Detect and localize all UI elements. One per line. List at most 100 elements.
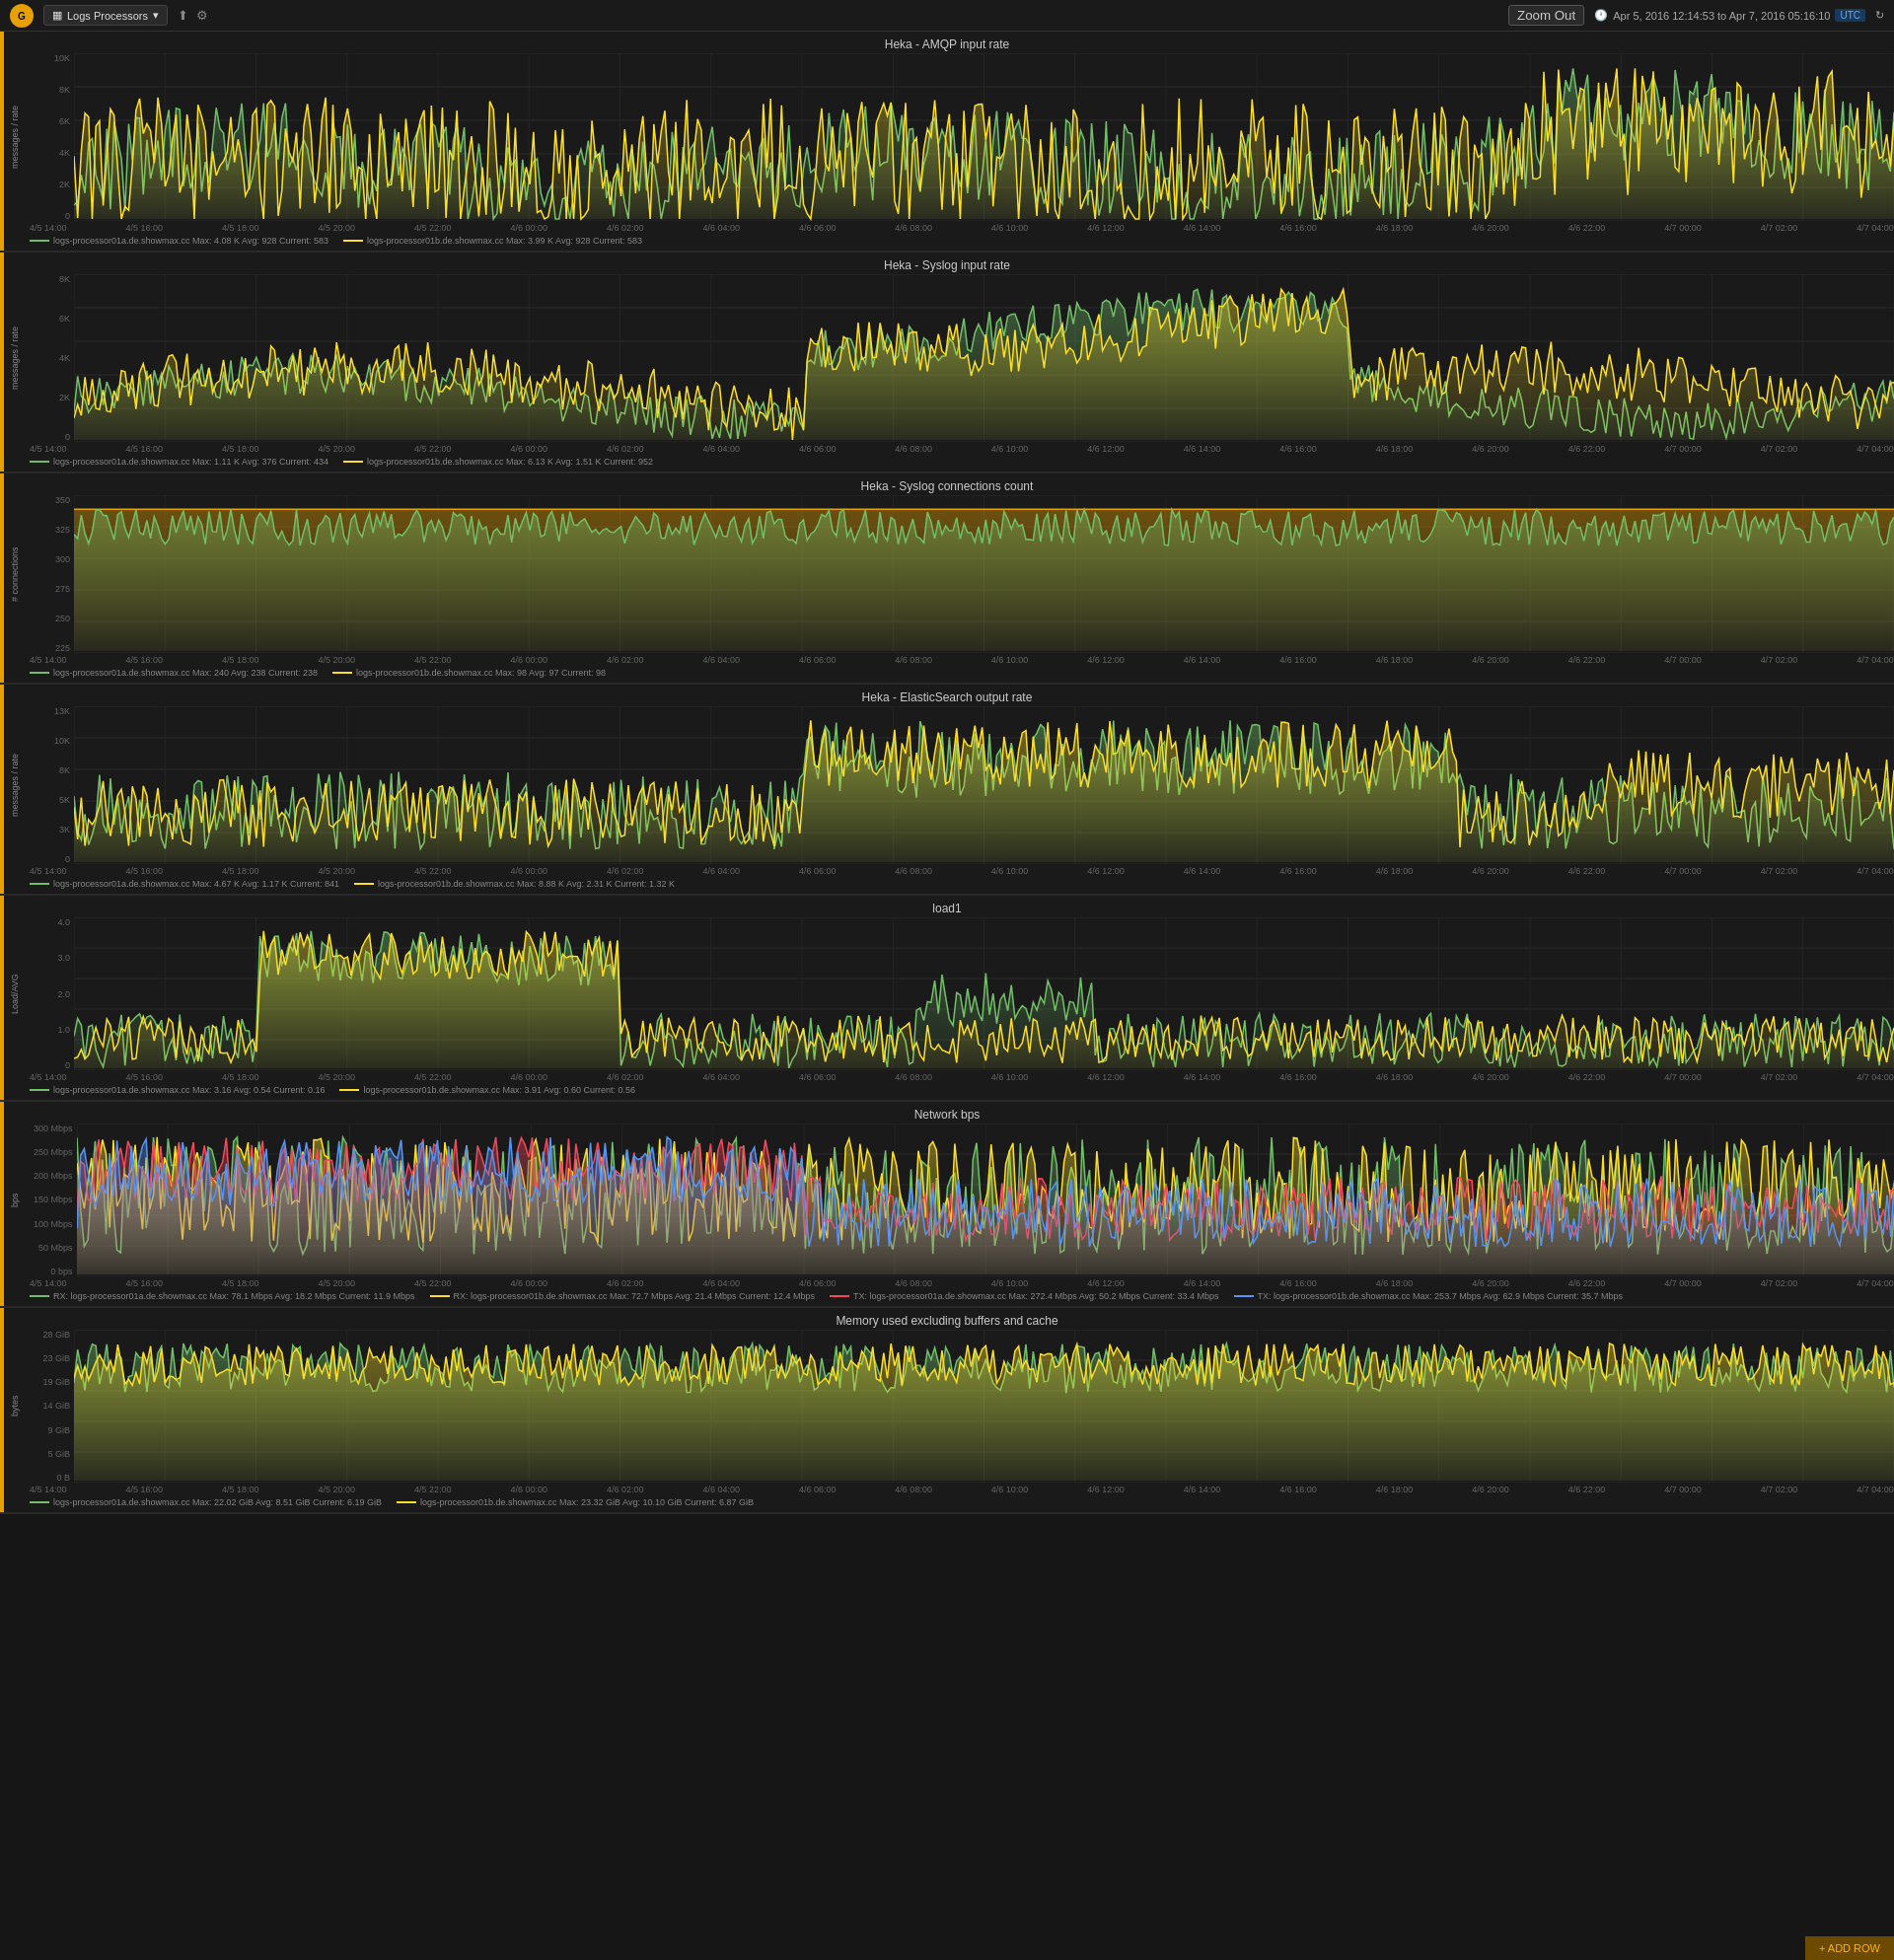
y-tick: 3K bbox=[34, 825, 70, 835]
legend-item: logs-processor01b.de.showmax.cc Max: 6.1… bbox=[343, 457, 653, 467]
x-tick: 4/6 14:00 bbox=[1184, 223, 1221, 233]
legend-item: logs-processor01b.de.showmax.cc Max: 23.… bbox=[397, 1497, 754, 1507]
x-tick: 4/6 06:00 bbox=[799, 223, 837, 233]
x-tick: 4/5 16:00 bbox=[125, 655, 163, 665]
y-tick: 13K bbox=[34, 706, 70, 716]
chart-title: Network bps bbox=[0, 1102, 1894, 1124]
legend-color bbox=[354, 883, 374, 885]
x-tick: 4/5 20:00 bbox=[318, 1278, 355, 1288]
x-tick: 4/6 10:00 bbox=[991, 444, 1029, 454]
dashboard-icon: ▦ bbox=[52, 9, 62, 22]
legend-item: logs-processor01b.de.showmax.cc Max: 8.8… bbox=[354, 879, 675, 889]
legend-color bbox=[397, 1501, 416, 1503]
x-tick: 4/5 14:00 bbox=[30, 1072, 67, 1082]
x-tick: 4/5 18:00 bbox=[222, 1485, 259, 1494]
utc-badge: UTC bbox=[1835, 9, 1865, 22]
y-tick: 10K bbox=[34, 736, 70, 746]
x-tick: 4/5 14:00 bbox=[30, 866, 67, 876]
chart-legend: logs-processor01a.de.showmax.cc Max: 4.0… bbox=[0, 233, 1894, 251]
legend-label: logs-processor01a.de.showmax.cc Max: 240… bbox=[53, 668, 318, 678]
x-tick: 4/6 06:00 bbox=[799, 1278, 837, 1288]
y-ticks: 4.03.02.01.00 bbox=[30, 917, 74, 1070]
y-tick: 5K bbox=[34, 795, 70, 805]
chart-area: bytes28 GiB23 GiB19 GiB14 GiB9 GiB5 GiB0… bbox=[0, 1330, 1894, 1483]
x-tick: 4/5 16:00 bbox=[125, 1278, 163, 1288]
x-axis-labels: 4/5 14:004/5 16:004/5 18:004/5 20:004/5 … bbox=[0, 1070, 1894, 1082]
x-tick: 4/6 10:00 bbox=[991, 1278, 1029, 1288]
x-tick: 4/6 18:00 bbox=[1376, 1485, 1414, 1494]
legend-label: logs-processor01a.de.showmax.cc Max: 22.… bbox=[53, 1497, 382, 1507]
x-tick: 4/6 14:00 bbox=[1184, 1072, 1221, 1082]
x-tick: 4/6 18:00 bbox=[1376, 223, 1414, 233]
x-tick: 4/6 14:00 bbox=[1184, 655, 1221, 665]
x-tick: 4/5 22:00 bbox=[414, 223, 452, 233]
chart-svg bbox=[74, 706, 1894, 864]
legend-item: logs-processor01a.de.showmax.cc Max: 4.0… bbox=[30, 236, 328, 246]
x-tick: 4/6 02:00 bbox=[607, 1485, 644, 1494]
x-tick: 4/6 14:00 bbox=[1184, 1278, 1221, 1288]
chart-svg bbox=[74, 53, 1894, 221]
x-tick: 4/6 14:00 bbox=[1184, 1485, 1221, 1494]
x-tick: 4/5 14:00 bbox=[30, 655, 67, 665]
y-tick: 10K bbox=[34, 53, 70, 63]
settings-icon[interactable]: ⚙ bbox=[196, 8, 208, 23]
chart-area: bps300 Mbps250 Mbps200 Mbps150 Mbps100 M… bbox=[0, 1124, 1894, 1276]
legend-label: logs-processor01a.de.showmax.cc Max: 4.6… bbox=[53, 879, 339, 889]
legend-label: logs-processor01b.de.showmax.cc Max: 3.9… bbox=[363, 1085, 634, 1095]
y-axis-label: messages / rate bbox=[0, 706, 30, 864]
x-tick: 4/6 06:00 bbox=[799, 444, 837, 454]
share-icon[interactable]: ⬆ bbox=[178, 8, 188, 23]
y-tick: 225 bbox=[34, 643, 70, 653]
chart-legend: RX: logs-processor01a.de.showmax.cc Max:… bbox=[0, 1288, 1894, 1306]
x-tick: 4/6 12:00 bbox=[1087, 1485, 1125, 1494]
x-tick: 4/5 22:00 bbox=[414, 866, 452, 876]
x-tick: 4/6 10:00 bbox=[991, 1485, 1029, 1494]
x-tick: 4/6 18:00 bbox=[1376, 444, 1414, 454]
x-tick: 4/6 18:00 bbox=[1376, 1072, 1414, 1082]
x-tick: 4/6 16:00 bbox=[1279, 444, 1317, 454]
chart-svg-wrapper bbox=[74, 1330, 1894, 1483]
chart-svg-wrapper bbox=[77, 1124, 1894, 1276]
refresh-icon[interactable]: ↻ bbox=[1875, 9, 1884, 22]
x-tick: 4/6 12:00 bbox=[1087, 866, 1125, 876]
x-tick: 4/7 00:00 bbox=[1664, 444, 1702, 454]
x-tick: 4/6 06:00 bbox=[799, 655, 837, 665]
legend-color bbox=[30, 461, 49, 463]
chart-area: Load/AVG4.03.02.01.00 bbox=[0, 917, 1894, 1070]
legend-label: logs-processor01a.de.showmax.cc Max: 3.1… bbox=[53, 1085, 325, 1095]
y-tick: 3.0 bbox=[34, 953, 70, 963]
x-tick: 4/6 10:00 bbox=[991, 866, 1029, 876]
x-tick: 4/7 00:00 bbox=[1664, 223, 1702, 233]
x-tick: 4/6 20:00 bbox=[1472, 223, 1509, 233]
x-tick: 4/7 02:00 bbox=[1761, 1072, 1798, 1082]
chart-panel-network-bps: Network bpsbps300 Mbps250 Mbps200 Mbps15… bbox=[0, 1102, 1894, 1308]
x-tick: 4/6 08:00 bbox=[895, 444, 932, 454]
legend-item: logs-processor01b.de.showmax.cc Max: 3.9… bbox=[343, 236, 642, 246]
chart-panel-amqp-input: Heka - AMQP input ratemessages / rate10K… bbox=[0, 32, 1894, 253]
x-tick: 4/6 22:00 bbox=[1568, 1072, 1606, 1082]
x-tick: 4/7 00:00 bbox=[1664, 1485, 1702, 1494]
zoom-out-button[interactable]: Zoom Out bbox=[1508, 5, 1584, 26]
legend-item: logs-processor01b.de.showmax.cc Max: 3.9… bbox=[339, 1085, 634, 1095]
legend-label: logs-processor01b.de.showmax.cc Max: 3.9… bbox=[367, 236, 642, 246]
dashboard-title[interactable]: ▦ Logs Processors ▾ bbox=[43, 5, 168, 26]
x-tick: 4/6 04:00 bbox=[702, 866, 740, 876]
y-tick: 19 GiB bbox=[34, 1377, 70, 1387]
legend-color bbox=[332, 672, 352, 674]
charts-container: Heka - AMQP input ratemessages / rate10K… bbox=[0, 32, 1894, 1514]
x-tick: 4/7 00:00 bbox=[1664, 866, 1702, 876]
x-tick: 4/7 04:00 bbox=[1857, 223, 1894, 233]
x-tick: 4/7 04:00 bbox=[1857, 1278, 1894, 1288]
chart-svg-wrapper bbox=[74, 53, 1894, 221]
x-tick: 4/5 14:00 bbox=[30, 1278, 67, 1288]
x-tick: 4/7 02:00 bbox=[1761, 223, 1798, 233]
chart-svg-wrapper bbox=[74, 917, 1894, 1070]
x-tick: 4/6 16:00 bbox=[1279, 223, 1317, 233]
legend-label: TX: logs-processor01a.de.showmax.cc Max:… bbox=[853, 1291, 1219, 1301]
y-tick: 300 Mbps bbox=[34, 1124, 73, 1133]
x-tick: 4/5 20:00 bbox=[318, 1072, 355, 1082]
x-tick: 4/6 04:00 bbox=[702, 1485, 740, 1494]
x-tick: 4/5 16:00 bbox=[125, 866, 163, 876]
x-tick: 4/5 18:00 bbox=[222, 866, 259, 876]
chart-panel-syslog-input: Heka - Syslog input ratemessages / rate8… bbox=[0, 253, 1894, 473]
